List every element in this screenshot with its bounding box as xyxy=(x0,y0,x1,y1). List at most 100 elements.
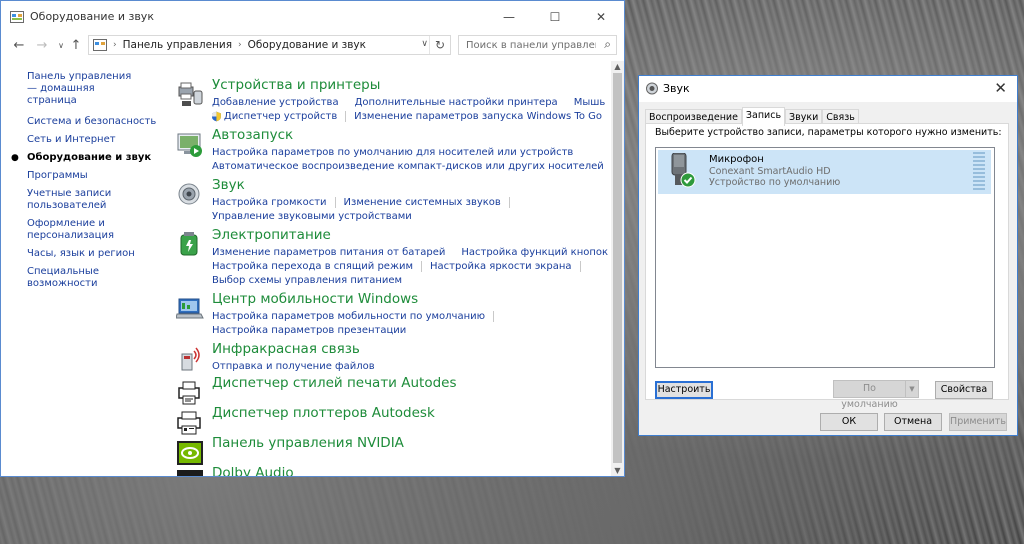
cancel-button[interactable]: Отмена xyxy=(884,413,942,431)
chevron-right-icon: › xyxy=(238,40,242,50)
printer-devices-icon xyxy=(178,82,203,106)
instruction-text: Выберите устройство записи, параметры ко… xyxy=(655,127,1002,138)
search-icon[interactable]: ⌕ xyxy=(604,37,611,52)
dialog-title: Звук xyxy=(663,82,690,95)
back-arrow-icon[interactable]: ← xyxy=(11,37,27,55)
device-name: Микрофон xyxy=(709,154,764,165)
link-send-receive-files[interactable]: Отправка и получение файлов xyxy=(212,361,375,372)
search-box[interactable]: ⌕ xyxy=(458,35,617,55)
autodesk-printer-icon xyxy=(178,381,200,405)
vertical-scrollbar[interactable]: ▲ ▼ xyxy=(611,61,624,476)
link-autoplay-defaults[interactable]: Настройка параметров по умолчанию для но… xyxy=(212,147,573,158)
nav-hardware-sound-label: Оборудование и звук xyxy=(27,152,152,163)
device-driver: Conexant SmartAudio HD xyxy=(709,166,831,177)
microphone-icon xyxy=(671,153,696,188)
nav-programs[interactable]: Программы xyxy=(27,170,162,182)
control-panel-icon xyxy=(10,10,24,23)
control-panel-window: Оборудование и звук — ☐ ✕ ← → ∨ ↑ › Пане… xyxy=(0,0,625,477)
power-options-icon xyxy=(180,232,198,256)
address-bar[interactable]: › Панель управления › Оборудование и зву… xyxy=(88,35,451,55)
link-screen-brightness[interactable]: Настройка яркости экрана xyxy=(430,261,571,272)
link-windows-to-go[interactable]: Изменение параметров запуска Windows To … xyxy=(354,111,602,122)
control-panel-icon xyxy=(93,39,107,51)
speaker-icon xyxy=(178,183,200,205)
list-item-microphone[interactable]: Микрофон Conexant SmartAudio HD Устройст… xyxy=(658,150,991,194)
category-title[interactable]: Автозапуск xyxy=(212,127,293,143)
ok-button[interactable]: ОК xyxy=(820,413,878,431)
category-title[interactable]: Устройства и принтеры xyxy=(212,77,380,93)
configure-button[interactable]: Настроить xyxy=(655,381,713,399)
dolby-icon xyxy=(177,470,203,476)
apply-button[interactable]: Применить xyxy=(949,413,1007,431)
link-mobility-defaults[interactable]: Настройка параметров мобильности по умол… xyxy=(212,311,485,322)
mobility-center-icon xyxy=(176,298,204,319)
scroll-down-icon[interactable]: ▼ xyxy=(611,466,624,475)
tab-recording[interactable]: Запись xyxy=(741,107,786,126)
chevron-down-icon[interactable]: ∨ xyxy=(421,39,428,49)
recording-tab-panel: Выберите устройство записи, параметры ко… xyxy=(645,123,1009,400)
nvidia-icon xyxy=(177,441,203,465)
properties-button[interactable]: Свойства xyxy=(935,381,993,399)
nav-network-internet[interactable]: Сеть и Интернет xyxy=(27,134,162,146)
link-presentation-settings[interactable]: Настройка параметров презентации xyxy=(212,325,406,336)
link-change-system-sounds[interactable]: Изменение системных звуков xyxy=(344,197,501,208)
link-adjust-volume[interactable]: Настройка громкости xyxy=(212,197,327,208)
up-arrow-icon[interactable]: ↑ xyxy=(68,37,84,55)
category-title[interactable]: Инфракрасная связь xyxy=(212,341,360,357)
nav-system-security[interactable]: Система и безопасность xyxy=(27,116,162,128)
category-title[interactable]: Звук xyxy=(212,177,245,193)
autodesk-plotter-icon xyxy=(177,411,201,435)
link-mouse[interactable]: Мышь xyxy=(574,97,606,108)
recording-device-list[interactable]: Микрофон Conexant SmartAudio HD Устройст… xyxy=(655,147,995,368)
close-button[interactable]: ✕ xyxy=(578,1,624,32)
title-bar: Оборудование и звук — ☐ ✕ xyxy=(1,1,624,32)
link-printer-settings[interactable]: Дополнительные настройки принтера xyxy=(355,97,558,108)
infrared-icon xyxy=(181,347,200,371)
autoplay-icon xyxy=(177,133,202,157)
chevron-right-icon: › xyxy=(113,40,117,50)
nav-accessibility[interactable]: Специальные возможности xyxy=(27,266,162,290)
chevron-down-icon[interactable]: ▼ xyxy=(905,380,919,398)
maximize-button[interactable]: ☐ xyxy=(532,1,578,32)
link-device-manager[interactable]: Диспетчер устройств xyxy=(224,111,337,122)
link-manage-audio-devices[interactable]: Управление звуковыми устройствами xyxy=(212,211,412,222)
category-title[interactable]: Диспетчер плоттеров Autodesk xyxy=(212,405,435,421)
forward-arrow-icon[interactable]: → xyxy=(34,37,50,55)
link-battery-settings[interactable]: Изменение параметров питания от батарей xyxy=(212,247,445,258)
dialog-title-bar: Звук ✕ xyxy=(639,76,1017,102)
set-default-button[interactable]: По умолчанию xyxy=(833,380,906,410)
category-title[interactable]: Диспетчер стилей печати Autodes xyxy=(212,375,457,391)
nav-appearance[interactable]: Оформление и персонализация xyxy=(27,218,117,242)
search-input[interactable] xyxy=(464,38,598,52)
link-autoplay-cd[interactable]: Автоматическое воспроизведение компакт-д… xyxy=(212,161,604,172)
navigation-bar: ← → ∨ ↑ › Панель управления › Оборудован… xyxy=(1,35,624,57)
close-button[interactable]: ✕ xyxy=(994,79,1007,97)
category-title[interactable]: Электропитание xyxy=(212,227,331,243)
breadcrumb-hardware-sound[interactable]: Оборудование и звук xyxy=(248,39,366,51)
window-title: Оборудование и звук xyxy=(30,10,154,23)
link-add-device[interactable]: Добавление устройства xyxy=(212,97,339,108)
nav-hardware-sound: ● Оборудование и звук xyxy=(11,152,162,164)
nav-home[interactable]: Панель управления — домашняя страница xyxy=(27,71,142,107)
set-default-split-button: По умолчанию ▼ xyxy=(833,380,919,410)
level-meter xyxy=(973,152,985,190)
refresh-icon[interactable]: ↻ xyxy=(429,36,450,54)
category-title[interactable]: Центр мобильности Windows xyxy=(212,291,418,307)
sound-dialog: Звук ✕ Воспроизведение Запись Звуки Связ… xyxy=(638,75,1018,436)
tab-strip: Воспроизведение Запись Звуки Связь xyxy=(645,107,859,126)
scrollbar-thumb[interactable] xyxy=(613,73,622,463)
left-navigation: Панель управления — домашняя страница Си… xyxy=(11,71,162,296)
category-title[interactable]: Dolby Audio xyxy=(212,465,294,476)
link-power-plan[interactable]: Выбор схемы управления питанием xyxy=(212,275,402,286)
scroll-up-icon[interactable]: ▲ xyxy=(611,62,624,71)
nav-user-accounts[interactable]: Учетные записи пользователей xyxy=(27,188,117,212)
breadcrumb-control-panel[interactable]: Панель управления xyxy=(123,39,232,51)
uac-shield-icon xyxy=(212,111,221,121)
minimize-button[interactable]: — xyxy=(486,1,532,32)
current-page-bullet-icon: ● xyxy=(11,153,19,163)
nav-clock-region[interactable]: Часы, язык и регион xyxy=(27,248,162,260)
category-title[interactable]: Панель управления NVIDIA xyxy=(212,435,404,451)
recent-pages-dropdown-icon[interactable]: ∨ xyxy=(53,37,69,55)
link-sleep-settings[interactable]: Настройка перехода в спящий режим xyxy=(212,261,413,272)
link-power-buttons[interactable]: Настройка функций кнопок питания xyxy=(461,247,624,258)
